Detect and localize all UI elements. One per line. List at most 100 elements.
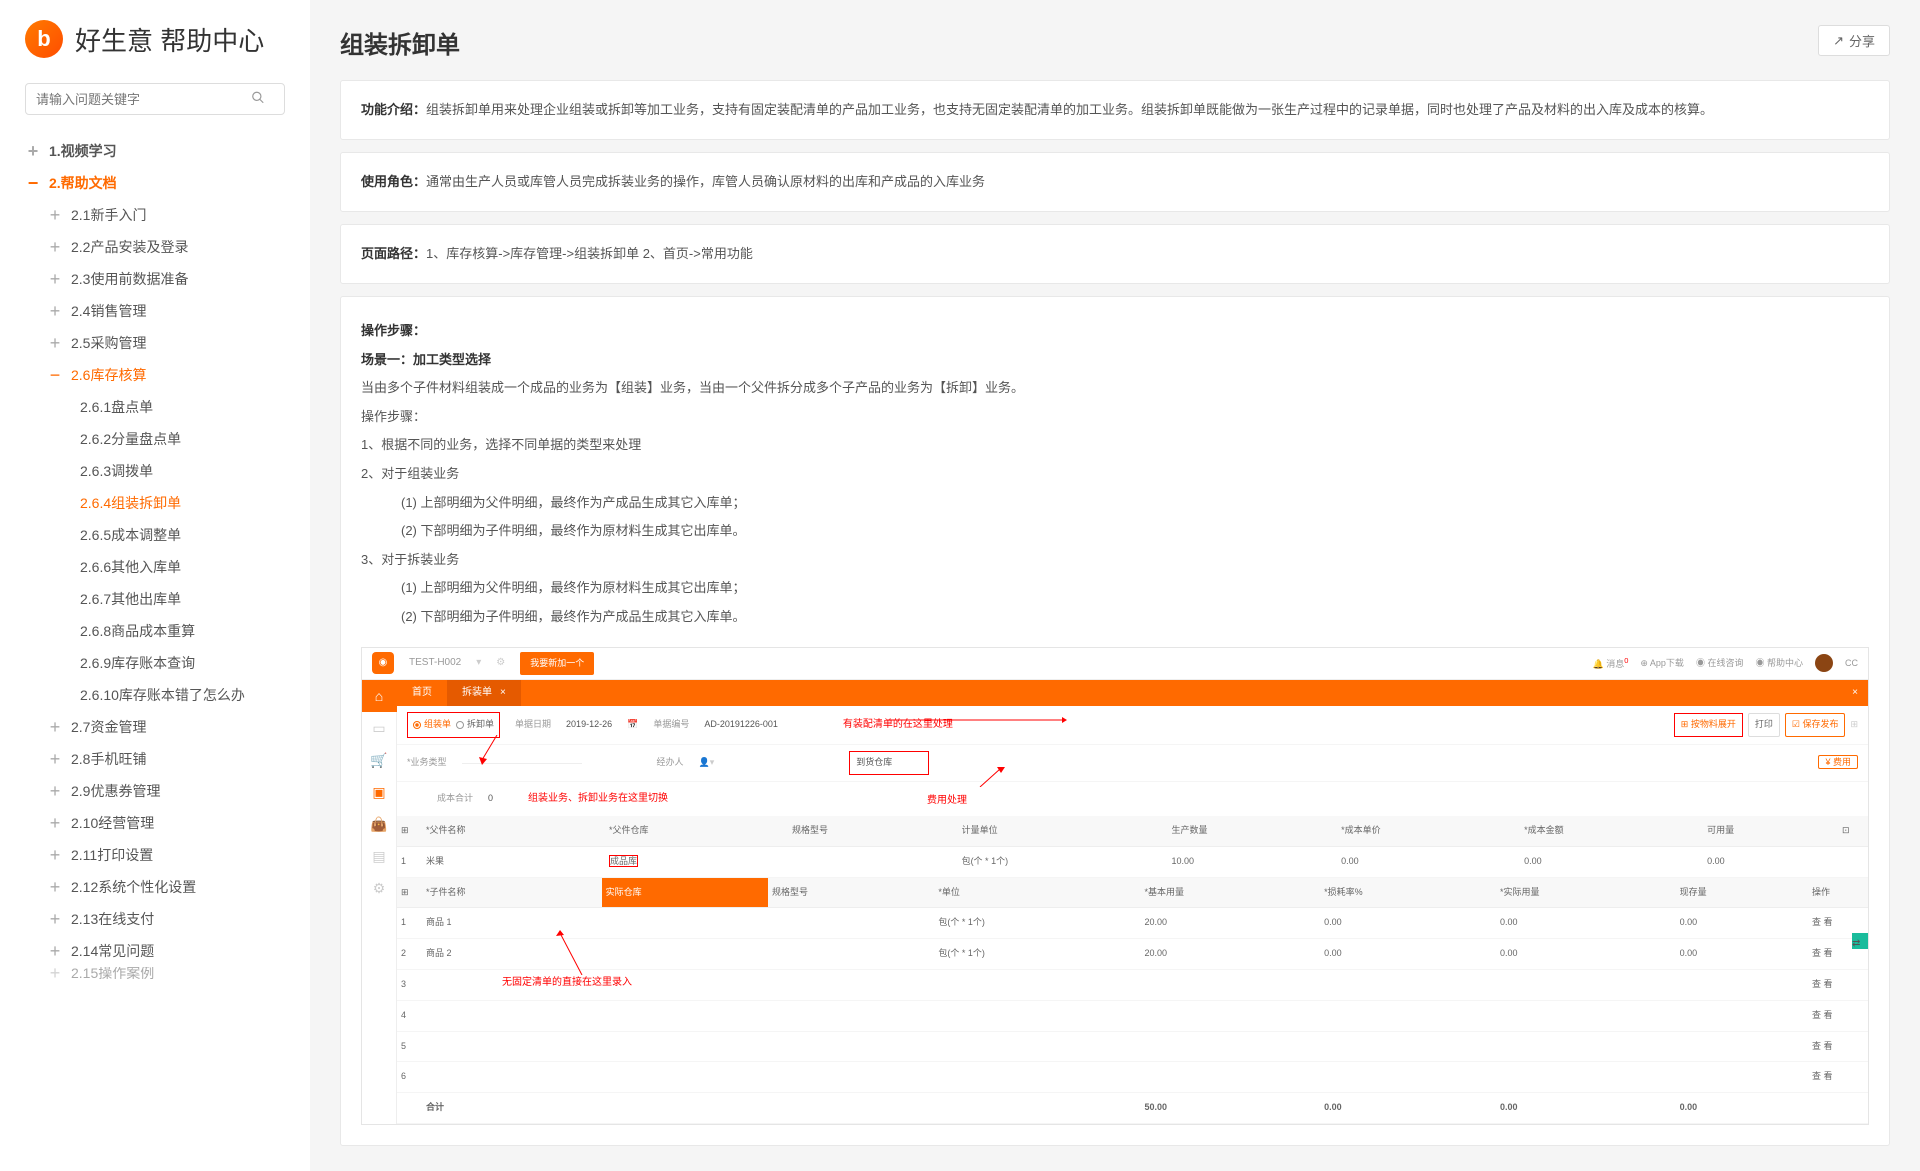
nav-2-14[interactable]: 2.14常见问题 — [25, 935, 295, 967]
ss-no-label: 单据编号 — [653, 715, 689, 735]
path-label: 页面路径： — [361, 246, 426, 261]
ss-radio-group: 组装单 拆卸单 — [407, 712, 500, 738]
ss-logo-icon: ◉ — [372, 652, 394, 674]
expand-icon[interactable] — [47, 751, 63, 767]
expand-icon[interactable] — [47, 967, 63, 979]
share-button[interactable]: 分享 — [1818, 25, 1890, 56]
intro-text: 组装拆卸单用来处理企业组装或拆卸等加工业务，支持有固定装配清单的产品加工业务，也… — [426, 102, 1713, 117]
step3-1: (1) 上部明细为父件明细，最终作为原材料生成其它出库单； — [361, 574, 1869, 603]
nav-2-6-9[interactable]: 2.6.9库存账本查询 — [25, 647, 295, 679]
expand-icon[interactable] — [47, 303, 63, 319]
ss-sidebar: ⌂ ▭ 🛒 ▣ 👜 ▤ ⚙ — [362, 680, 397, 1124]
search-box — [25, 83, 295, 115]
nav-2-12[interactable]: 2.12系统个性化设置 — [25, 871, 295, 903]
expand-icon[interactable] — [47, 335, 63, 351]
nav-2-8[interactable]: 2.8手机旺铺 — [25, 743, 295, 775]
nav-2-6-6[interactable]: 2.6.6其他入库单 — [25, 551, 295, 583]
ss-print-button: 打印 — [1748, 713, 1780, 737]
expand-icon[interactable] — [47, 719, 63, 735]
search-icon[interactable] — [251, 91, 265, 108]
intro-card: 功能介绍：组装拆卸单用来处理企业组装或拆卸等加工业务，支持有固定装配清单的产品加… — [340, 80, 1890, 140]
nav-2-7[interactable]: 2.7资金管理 — [25, 711, 295, 743]
ss-card-icon: ▭ — [362, 712, 397, 744]
role-card: 使用角色：通常由生产人员或库管人员完成拆装业务的操作，库管人员确认原材料的出库和… — [340, 152, 1890, 212]
step1: 1、根据不同的业务，选择不同单据的类型来处理 — [361, 431, 1869, 460]
ss-cart-icon: 🛒 — [362, 744, 397, 776]
ss-tool-button: ⊞ 按物料展开 — [1674, 713, 1743, 737]
nav-2-6-7[interactable]: 2.6.7其他出库单 — [25, 583, 295, 615]
brand-title: 好生意 帮助中心 — [75, 21, 264, 58]
nav-2-13[interactable]: 2.13在线支付 — [25, 903, 295, 935]
intro-label: 功能介绍： — [361, 102, 426, 117]
step2-2: (2) 下部明细为子件明细，最终作为原材料生成其它出库单。 — [361, 517, 1869, 546]
nav-2-2[interactable]: 2.2产品安装及登录 — [25, 231, 295, 263]
ss-warehouse-field: 到货仓库 — [849, 751, 929, 775]
collapse-icon[interactable] — [47, 367, 63, 383]
nav-2-6-1[interactable]: 2.6.1盘点单 — [25, 391, 295, 423]
ss-help: ◉ 帮助中心 — [1755, 654, 1803, 674]
expand-icon[interactable] — [47, 815, 63, 831]
ss-child-table: ⊞ *子件名称 实际仓库 规格型号 *单位 *基本用量 *损耗率% *实际用量 — [397, 878, 1868, 1124]
expand-icon[interactable] — [25, 143, 41, 159]
nav-2-9[interactable]: 2.9优惠券管理 — [25, 775, 295, 807]
ss-radio-assemble: 组装单 — [413, 715, 451, 735]
nav-help-docs[interactable]: 2.帮助文档 — [25, 167, 295, 199]
ss-main: 首页 拆装单 × × 组装单 拆卸单 单据日期 2019 — [397, 680, 1868, 1124]
ss-tenant: TEST-H002 — [409, 652, 461, 674]
expand-icon[interactable] — [47, 911, 63, 927]
nav-2-6[interactable]: 2.6库存核算 — [25, 359, 295, 391]
nav-2-6-4[interactable]: 2.6.4组装拆卸单 — [25, 487, 295, 519]
path-text: 1、库存核算->库存管理->组装拆卸单 2、首页->常用功能 — [426, 246, 753, 261]
expand-icon[interactable] — [47, 847, 63, 863]
nav-2-15[interactable]: 2.15操作案例 — [25, 967, 295, 979]
search-input[interactable] — [25, 83, 285, 115]
expand-icon[interactable] — [47, 783, 63, 799]
nav-2-10[interactable]: 2.10经营管理 — [25, 807, 295, 839]
nav-video-learning[interactable]: 1.视频学习 — [25, 135, 295, 167]
expand-icon[interactable] — [47, 943, 63, 959]
ss-date-value: 2019-12-26 — [566, 715, 612, 735]
ss-anno1: 有装配清单的在这里处理 — [843, 714, 953, 736]
ss-bag-icon: 👜 — [362, 808, 397, 840]
nav-2-6-10[interactable]: 2.6.10库存账本错了怎么办 — [25, 679, 295, 711]
ss-anno4: 无固定清单的直接在这里录入 — [502, 972, 632, 994]
embedded-screenshot: ◉ TEST-H002 ▾ ⚙ 我要新加一个 🔔 消息0 ⊕ App下载 ◉ 在… — [361, 647, 1869, 1125]
expand-icon[interactable] — [47, 271, 63, 287]
ss-gear-icon: ⚙ — [362, 872, 397, 904]
ss-ref-label: *业务类型 — [407, 753, 447, 773]
expand-icon[interactable] — [47, 207, 63, 223]
nav-2-6-2[interactable]: 2.6.2分量盘点单 — [25, 423, 295, 455]
sidebar: b 好生意 帮助中心 1.视频学习 2.帮助文档 2.1新手入门 2.2产品安装… — [0, 0, 310, 1171]
ss-anno2: 组装业务、拆卸业务在这里切换 — [528, 788, 668, 810]
scene1-desc: 当由多个子件材料组装成一个成品的业务为【组装】业务，当由一个父件拆分成多个子产品… — [361, 374, 1869, 403]
ss-date-label: 单据日期 — [515, 715, 551, 735]
step2-1: (1) 上部明细为父件明细，最终作为产成品生成其它入库单； — [361, 489, 1869, 518]
collapse-icon[interactable] — [25, 175, 41, 191]
ss-user: CC — [1845, 654, 1858, 674]
nav-2-6-5[interactable]: 2.6.5成本调整单 — [25, 519, 295, 551]
ss-home-icon: ⌂ — [362, 680, 397, 712]
ss-topbar: ◉ TEST-H002 ▾ ⚙ 我要新加一个 🔔 消息0 ⊕ App下载 ◉ 在… — [362, 648, 1868, 681]
ss-avatar — [1815, 654, 1833, 672]
ss-expand-toggle: ⇄ — [1852, 933, 1868, 949]
ss-parent-table: ⊞ *父件名称 *父件仓库 规格型号 计量单位 生产数量 *成本单价 *成本金额… — [397, 816, 1868, 878]
ss-box-icon: ▣ — [362, 776, 397, 808]
nav-2-5[interactable]: 2.5采购管理 — [25, 327, 295, 359]
path-card: 页面路径：1、库存核算->库存管理->组装拆卸单 2、首页->常用功能 — [340, 224, 1890, 284]
expand-icon[interactable] — [47, 239, 63, 255]
step2: 2、对于组装业务 — [361, 460, 1869, 489]
nav-2-4[interactable]: 2.4销售管理 — [25, 295, 295, 327]
page-title: 组装拆卸单 — [340, 25, 460, 60]
nav-2-11[interactable]: 2.11打印设置 — [25, 839, 295, 871]
ss-operator-label: 经办人 — [657, 753, 684, 773]
ss-cost-total-label: 成本合计 — [437, 789, 473, 809]
nav-2-6-8[interactable]: 2.6.8商品成本重算 — [25, 615, 295, 647]
nav-2-3[interactable]: 2.3使用前数据准备 — [25, 263, 295, 295]
nav-2-6-3[interactable]: 2.6.3调拨单 — [25, 455, 295, 487]
ss-app: ⊕ App下载 — [1640, 654, 1684, 674]
steps-title: 操作步骤： — [361, 317, 1869, 346]
nav-2-1[interactable]: 2.1新手入门 — [25, 199, 295, 231]
brand: b 好生意 帮助中心 — [25, 20, 295, 58]
expand-icon[interactable] — [47, 879, 63, 895]
brand-logo: b — [25, 20, 63, 58]
